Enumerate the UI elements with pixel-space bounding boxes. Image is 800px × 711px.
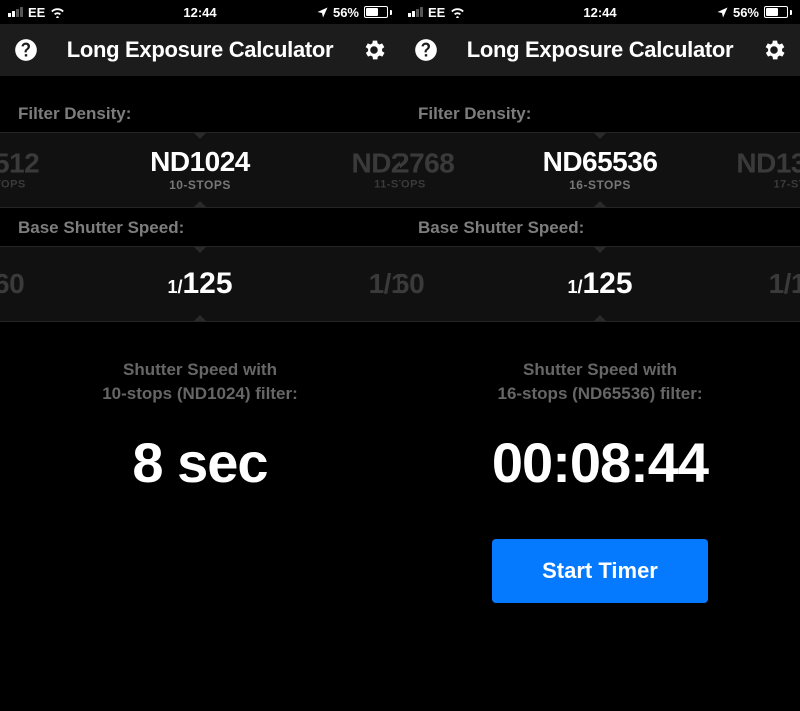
- start-timer-button[interactable]: Start Timer: [492, 539, 708, 603]
- settings-button[interactable]: [358, 34, 390, 66]
- shutter-option-selected: 1/125: [167, 267, 232, 301]
- shutter-option-selected: 1/125: [567, 267, 632, 301]
- shutter-option-next: 1/1: [369, 270, 400, 298]
- status-bar: EE 12:44 56%: [0, 0, 400, 24]
- shutter-option-prev: 60: [400, 270, 424, 298]
- shutter-option-next: 1/1: [769, 270, 800, 298]
- filter-density-label: Filter Density:: [0, 94, 400, 132]
- filter-option-prev: 512 TOPS: [0, 150, 39, 191]
- help-button[interactable]: [10, 34, 42, 66]
- result-label-line2: 16-stops (ND65536) filter:: [400, 382, 800, 406]
- filter-option-selected: ND65536 16-STOPS: [543, 148, 658, 192]
- shutter-speed-picker[interactable]: 60 1/125 1/1: [0, 246, 400, 322]
- result-block: Shutter Speed with 10-stops (ND1024) fil…: [0, 358, 400, 495]
- app-header: Long Exposure Calculator: [400, 24, 800, 76]
- battery-icon: [764, 6, 792, 18]
- filter-density-picker[interactable]: 512 TOPS ND1024 10-STOPS ND2 11-ST: [0, 132, 400, 208]
- left-screenshot: EE 12:44 56% Long Exposure Calculator Fi…: [0, 0, 400, 711]
- result-label-line1: Shutter Speed with: [400, 358, 800, 382]
- status-time: 12:44: [400, 5, 800, 20]
- filter-option-prev: 2768 TOPS: [400, 150, 454, 191]
- shutter-speed-label: Base Shutter Speed:: [0, 208, 400, 246]
- filter-option-selected: ND1024 10-STOPS: [150, 148, 250, 192]
- app-title: Long Exposure Calculator: [50, 37, 350, 63]
- status-bar: EE 12:44 56%: [400, 0, 800, 24]
- shutter-speed-picker[interactable]: 60 1/125 1/1: [400, 246, 800, 322]
- filter-option-next: ND13 17-ST: [736, 150, 800, 191]
- result-label-line1: Shutter Speed with: [0, 358, 400, 382]
- shutter-speed-label: Base Shutter Speed:: [400, 208, 800, 246]
- filter-option-next: ND2 11-ST: [351, 150, 400, 191]
- status-time: 12:44: [0, 5, 400, 20]
- right-screenshot: EE 12:44 56% Long Exposure Calculator Fi…: [400, 0, 800, 711]
- app-title: Long Exposure Calculator: [450, 37, 750, 63]
- result-value: 00:08:44: [400, 430, 800, 495]
- result-block: Shutter Speed with 16-stops (ND65536) fi…: [400, 358, 800, 495]
- settings-button[interactable]: [758, 34, 790, 66]
- filter-density-label: Filter Density:: [400, 94, 800, 132]
- shutter-option-prev: 60: [0, 270, 24, 298]
- result-label-line2: 10-stops (ND1024) filter:: [0, 382, 400, 406]
- filter-density-picker[interactable]: 2768 TOPS ND65536 16-STOPS ND13 17-ST: [400, 132, 800, 208]
- result-value: 8 sec: [0, 430, 400, 495]
- app-header: Long Exposure Calculator: [0, 24, 400, 76]
- battery-icon: [364, 6, 392, 18]
- help-button[interactable]: [410, 34, 442, 66]
